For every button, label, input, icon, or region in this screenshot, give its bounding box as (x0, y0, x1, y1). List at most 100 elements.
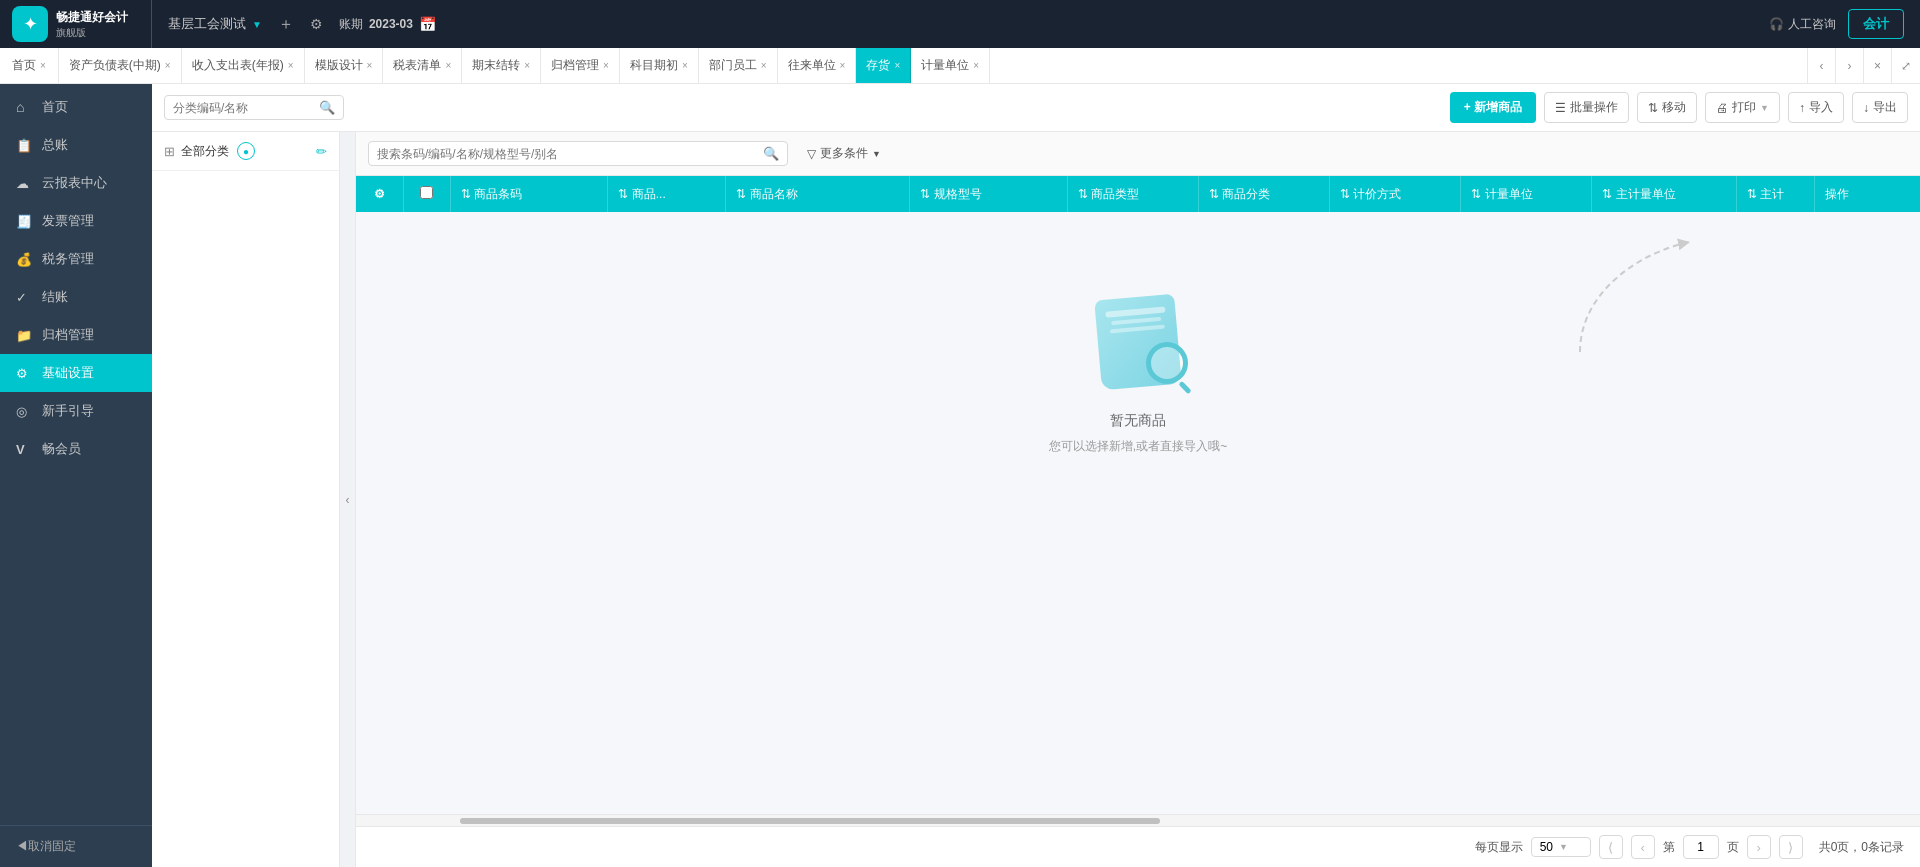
tab-close-icon[interactable]: × (367, 60, 373, 71)
sidebar-nav: ⌂ 首页 📋 总账 ☁ 云报表中心 🧾 发票管理 💰 税务管理 ✓ 结账 (0, 84, 152, 825)
horizontal-scrollbar[interactable] (356, 814, 1920, 826)
unpin-button[interactable]: ◀取消固定 (0, 825, 152, 867)
first-page-button[interactable]: ⟨ (1599, 835, 1623, 859)
last-page-button[interactable]: ⟩ (1779, 835, 1803, 859)
sidebar-item-reports[interactable]: ☁ 云报表中心 (0, 164, 152, 202)
tab-close-icon[interactable]: × (840, 60, 846, 71)
calendar-icon[interactable]: 📅 (419, 16, 436, 32)
top-toolbar: 🔍 + 新增商品 ☰ 批量操作 ⇅ 移动 🖨 打印 ▼ (152, 84, 1920, 132)
tab-bar: 首页 × 资产负债表(中期) × 收入支出表(年报) × 模版设计 × 税表清单… (0, 48, 1920, 84)
per-page-chevron-icon: ▼ (1559, 842, 1568, 852)
sidebar-item-home[interactable]: ⌂ 首页 (0, 88, 152, 126)
all-categories-header[interactable]: ⊞ 全部分类 ● ✏ (152, 132, 339, 171)
tab-close-icon[interactable]: × (761, 60, 767, 71)
batch-operation-button[interactable]: ☰ 批量操作 (1544, 92, 1629, 123)
ledger-icon: 📋 (16, 138, 34, 153)
left-panel: ⊞ 全部分类 ● ✏ (152, 132, 340, 867)
print-chevron-icon: ▼ (1760, 103, 1769, 113)
col-type[interactable]: ⇅ 商品类型 (1067, 176, 1198, 212)
move-button[interactable]: ⇅ 移动 (1637, 92, 1697, 123)
add-product-button[interactable]: + 新增商品 (1450, 92, 1536, 123)
col-settings[interactable]: ⚙ (356, 176, 403, 212)
sidebar-item-archive[interactable]: 📁 归档管理 (0, 316, 152, 354)
tab-close-icon[interactable]: × (445, 60, 451, 71)
settings-icon-btn[interactable]: ⚙ (310, 16, 323, 32)
col-main-count[interactable]: ⇅ 主计 (1736, 176, 1815, 212)
tab-close-icon[interactable]: × (288, 60, 294, 71)
sidebar-item-ledger[interactable]: 📋 总账 (0, 126, 152, 164)
tab-tax[interactable]: 税表清单 × (383, 48, 462, 84)
page-number-input[interactable] (1683, 835, 1719, 859)
company-name: 基层工会测试 (168, 15, 246, 33)
col-unit[interactable]: ⇅ 计量单位 (1461, 176, 1592, 212)
cloud-icon: ☁ (16, 176, 34, 191)
collapse-panel-button[interactable]: ‹ (340, 132, 356, 867)
col-main-unit[interactable]: ⇅ 主计量单位 (1592, 176, 1736, 212)
sidebar-item-member[interactable]: V 畅会员 (0, 430, 152, 468)
sidebar-item-guide[interactable]: ◎ 新手引导 (0, 392, 152, 430)
export-button[interactable]: ↓ 导出 (1852, 92, 1908, 123)
tab-prev-button[interactable]: ‹ (1808, 48, 1836, 84)
tab-home[interactable]: 首页 × (0, 48, 59, 84)
tab-close-icon[interactable]: × (40, 60, 46, 71)
import-button[interactable]: ↑ 导入 (1788, 92, 1844, 123)
tab-unit[interactable]: 计量单位 × (911, 48, 990, 84)
tab-close-icon[interactable]: × (894, 60, 900, 71)
tab-close-icon[interactable]: × (165, 60, 171, 71)
product-search-icon[interactable]: 🔍 (763, 146, 779, 161)
company-chevron-icon: ▼ (252, 19, 262, 30)
col-pricing[interactable]: ⇅ 计价方式 (1330, 176, 1461, 212)
tab-next-button[interactable]: › (1836, 48, 1864, 84)
category-search-input[interactable] (173, 101, 315, 115)
tab-period-end[interactable]: 期末结转 × (462, 48, 541, 84)
consult-button[interactable]: 🎧 人工咨询 (1769, 16, 1836, 33)
page-content: 🔍 + 新增商品 ☰ 批量操作 ⇅ 移动 🖨 打印 ▼ (152, 84, 1920, 867)
tab-dept-staff[interactable]: 部门员工 × (699, 48, 778, 84)
col-category[interactable]: ⇅ 商品分类 (1198, 176, 1329, 212)
col-name[interactable]: ⇅ 商品名称 (726, 176, 910, 212)
settings-icon: ⚙ (16, 366, 34, 381)
account-button[interactable]: 会计 (1848, 9, 1904, 39)
col-action: 操作 (1815, 176, 1920, 212)
tab-income[interactable]: 收入支出表(年报) × (182, 48, 305, 84)
tab-template[interactable]: 模版设计 × (305, 48, 384, 84)
tab-close-icon[interactable]: × (524, 60, 530, 71)
company-selector[interactable]: 基层工会测试 ▼ (168, 15, 262, 33)
arrow-decoration (1560, 232, 1700, 375)
sidebar-item-invoice[interactable]: 🧾 发票管理 (0, 202, 152, 240)
tab-close-icon[interactable]: × (603, 60, 609, 71)
tab-subject-init[interactable]: 科目期初 × (620, 48, 699, 84)
plus-icon: ＋ (278, 14, 294, 35)
per-page-select[interactable]: 50 ▼ (1531, 837, 1591, 857)
table-wrapper: ⚙ ⇅ 商品条码 ⇅ 商品... ⇅ 商品名称 (356, 176, 1920, 814)
edit-categories-icon[interactable]: ✏ (316, 144, 327, 159)
sidebar-item-closing[interactable]: ✓ 结账 (0, 278, 152, 316)
tab-archive-mgmt[interactable]: 归档管理 × (541, 48, 620, 84)
tab-close-icon[interactable]: × (682, 60, 688, 71)
tab-close-all-button[interactable]: × (1864, 48, 1892, 84)
select-all-checkbox[interactable] (420, 186, 433, 199)
app-sub: 旗舰版 (56, 26, 128, 40)
print-button[interactable]: 🖨 打印 ▼ (1705, 92, 1780, 123)
sidebar-item-settings[interactable]: ⚙ 基础设置 (0, 354, 152, 392)
more-conditions-button[interactable]: ▽ 更多条件 ▼ (796, 140, 892, 167)
category-search-icon[interactable]: 🔍 (319, 100, 335, 115)
tab-expand-button[interactable]: ⤢ (1892, 48, 1920, 84)
product-search-box: 🔍 (368, 141, 788, 166)
prev-page-button[interactable]: ‹ (1631, 835, 1655, 859)
add-tab-button[interactable]: ＋ (278, 14, 294, 35)
tab-inventory[interactable]: 存货 × (856, 48, 911, 84)
category-search: 🔍 (164, 95, 344, 120)
tab-contacts[interactable]: 往来单位 × (778, 48, 857, 84)
col-spec[interactable]: ⇅ 规格型号 (910, 176, 1067, 212)
tab-close-icon[interactable]: × (973, 60, 979, 71)
tab-balance[interactable]: 资产负债表(中期) × (59, 48, 182, 84)
sidebar-item-tax[interactable]: 💰 税务管理 (0, 240, 152, 278)
col-checkbox[interactable] (403, 176, 450, 212)
col-barcode[interactable]: ⇅ 商品条码 (450, 176, 607, 212)
col-code[interactable]: ⇅ 商品... (608, 176, 726, 212)
logo-icon: ✦ (12, 6, 48, 42)
product-search-input[interactable] (377, 147, 759, 161)
next-page-button[interactable]: › (1747, 835, 1771, 859)
period-display: 账期 2023-03 📅 (339, 16, 436, 33)
